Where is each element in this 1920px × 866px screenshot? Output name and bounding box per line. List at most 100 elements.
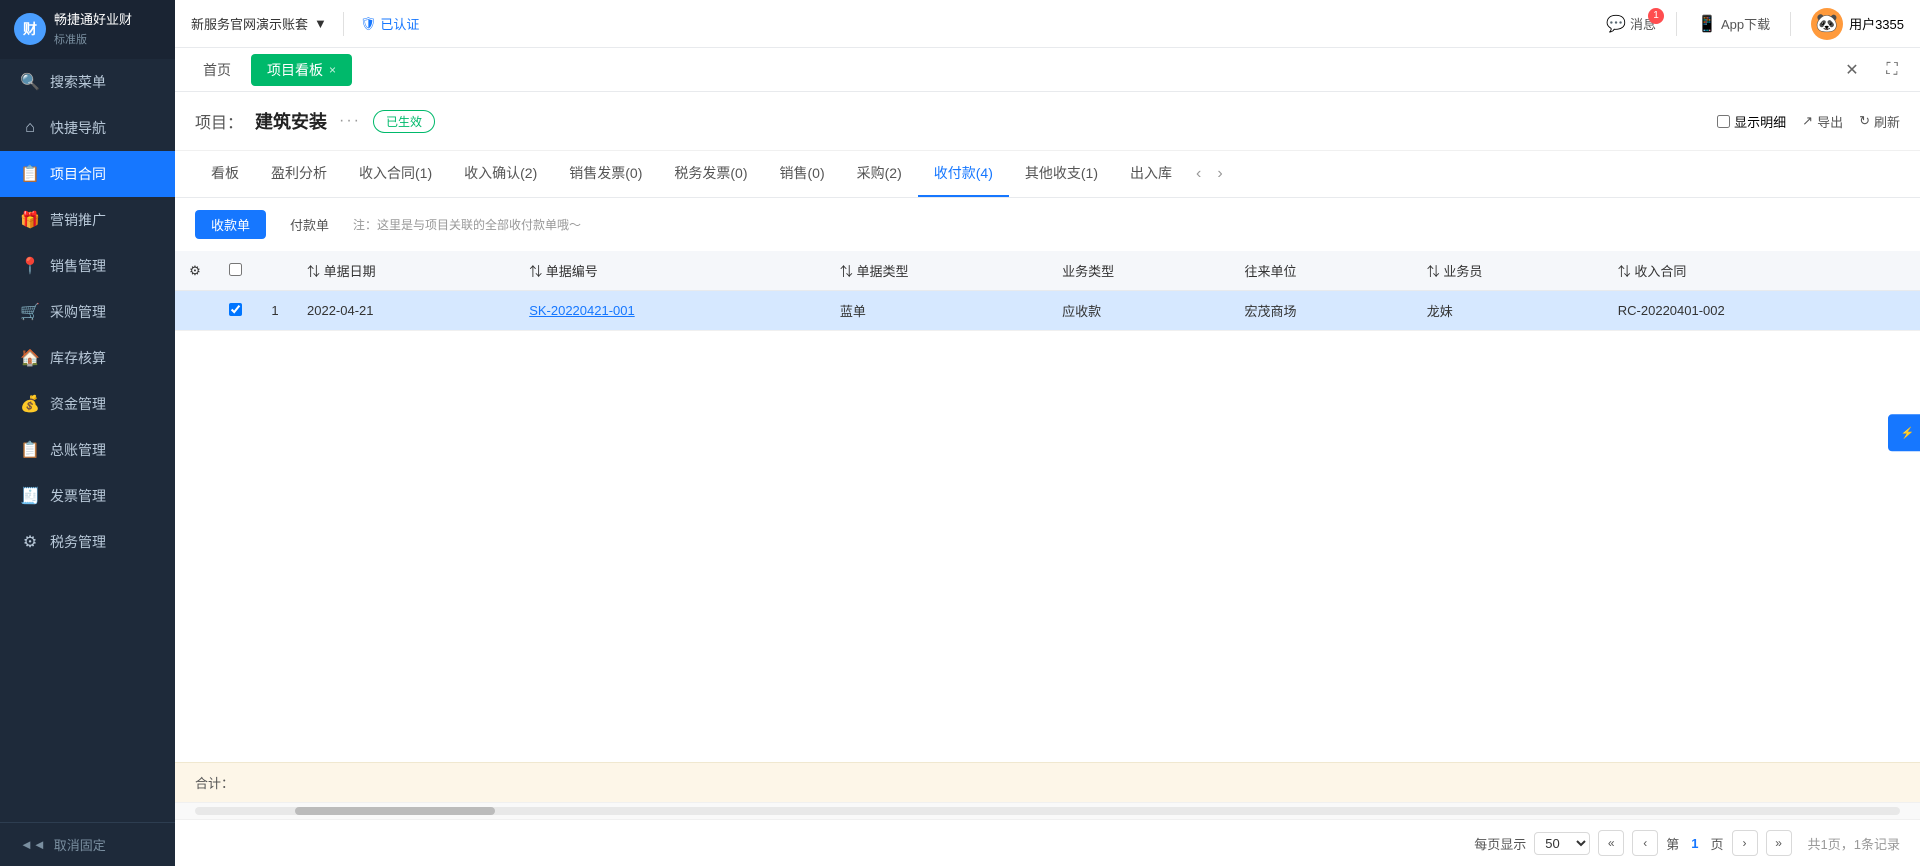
page-size-label: 每页显示 (1474, 834, 1526, 853)
subtab-inout_store[interactable]: 出入库 (1114, 151, 1188, 197)
sidebar-item-invoice[interactable]: 🧾 发票管理 (0, 473, 175, 519)
td-income-contract: RC-20220401-002 (1606, 291, 1920, 331)
subtab-sales[interactable]: 销售(0) (764, 151, 841, 197)
prev-page-button[interactable]: ‹ (1632, 830, 1658, 856)
project-label: 项目： (195, 109, 243, 133)
first-page-button[interactable]: « (1598, 830, 1624, 856)
subtab-kanban[interactable]: 看板 (195, 151, 255, 197)
th-salesman[interactable]: ⇅ 业务员 (1415, 251, 1606, 291)
cancel-pin-label: 取消固定 (54, 835, 106, 854)
sidebar-item-search[interactable]: 🔍 搜索菜单 (0, 59, 175, 105)
refresh-button[interactable]: ↻ 刷新 (1859, 112, 1900, 131)
sidebar-item-label-purchase: 采购管理 (50, 302, 106, 322)
sidebar-item-tax[interactable]: ⚙ 税务管理 (0, 519, 175, 565)
app-logo-icon: 财 (14, 13, 46, 45)
sidebar-item-marketing[interactable]: 🎁 营销推广 (0, 197, 175, 243)
th-date[interactable]: ⇅ 单据日期 (295, 251, 517, 291)
sec-tab-payment[interactable]: 付款单 (282, 210, 337, 239)
scrollbar-track[interactable] (195, 807, 1900, 815)
app-download-button[interactable]: 📱 App下载 (1697, 14, 1770, 34)
th-num (255, 251, 295, 291)
th-gear[interactable]: ⚙ (175, 251, 215, 291)
show-detail-checkbox[interactable]: 显示明细 (1717, 112, 1786, 131)
sidebar-item-label-sales: 销售管理 (50, 256, 106, 276)
project-actions: 显示明细 ↗ 导出 ↻ 刷新 (1717, 112, 1900, 131)
last-page-button[interactable]: » (1766, 830, 1792, 856)
subtab-tax_invoice[interactable]: 税务发票(0) (658, 151, 763, 197)
th-checkbox[interactable] (215, 251, 255, 291)
tab-project-kanban[interactable]: 项目看板 × (251, 54, 352, 86)
records-table: ⚙ ⇅ 单据日期 ⇅ 单据编号 ⇅ 单据类型 (175, 251, 1920, 331)
export-label: 导出 (1817, 112, 1843, 131)
right-quick-entry-button[interactable]: ⚡ (1888, 414, 1920, 451)
th-income-contract[interactable]: ⇅ 收入合同 (1606, 251, 1920, 291)
shield-icon: 🛡 (360, 16, 377, 32)
sidebar-item-quicknav[interactable]: ⌂ 快捷导航 (0, 105, 175, 151)
horizontal-scrollbar[interactable] (175, 802, 1920, 819)
subtab-income_confirm[interactable]: 收入确认(2) (448, 151, 553, 197)
subtab-receipt[interactable]: 收付款(4) (918, 151, 1009, 197)
app-version: 标准版 (54, 31, 132, 47)
message-button[interactable]: 💬 消息 1 (1606, 14, 1656, 34)
show-detail-input[interactable] (1717, 115, 1730, 128)
table-row[interactable]: 1 2022-04-21 SK-20220421-001 蓝单 应收款 宏茂商场… (175, 291, 1920, 331)
td-partner: 宏茂商场 (1232, 291, 1414, 331)
subtab-sales_invoice[interactable]: 销售发票(0) (553, 151, 658, 197)
subtab-purchase[interactable]: 采购(2) (841, 151, 918, 197)
sidebar-item-project[interactable]: 📋 项目合同 (0, 151, 175, 197)
quicknav-icon: ⌂ (20, 119, 40, 137)
sidebar-item-label-inventory: 库存核算 (50, 348, 106, 368)
th-biz-type: 业务类型 (1050, 251, 1232, 291)
sidebar-item-label-project: 项目合同 (50, 164, 106, 184)
maximize-button[interactable]: ⛶ (1876, 54, 1908, 86)
sidebar-item-inventory[interactable]: 🏠 库存核算 (0, 335, 175, 381)
content-area: 项目： 建筑安装 ··· 已生效 显示明细 ↗ 导出 ↻ 刷新 (175, 92, 1920, 866)
sec-tab-receipt[interactable]: 收款单 (195, 210, 266, 239)
purchase-icon: 🛒 (20, 302, 40, 322)
main-content: 新服务官网演示账套 ▼ 🛡 已认证 💬 消息 1 📱 App下载 🐼 用户335… (175, 0, 1920, 866)
select-all-checkbox[interactable] (229, 263, 242, 276)
td-num: 1 (255, 291, 295, 331)
user-name: 用户3355 (1849, 14, 1904, 33)
sidebar-item-purchase[interactable]: 🛒 采购管理 (0, 289, 175, 335)
phone-icon: 📱 (1697, 14, 1717, 34)
th-type[interactable]: ⇅ 单据类型 (828, 251, 1050, 291)
data-table: ⚙ ⇅ 单据日期 ⇅ 单据编号 ⇅ 单据类型 (175, 251, 1920, 762)
message-badge: 1 (1648, 8, 1664, 24)
topbar-divider-2 (1676, 12, 1677, 36)
tabbar-actions: ✕ ⛶ (1836, 54, 1908, 86)
page-size-select[interactable]: 50 100 200 (1534, 832, 1590, 855)
subtab-next-arrow[interactable]: › (1209, 151, 1230, 197)
td-checkbox[interactable] (215, 291, 255, 331)
project-more-icon[interactable]: ··· (339, 112, 361, 130)
inventory-icon: 🏠 (20, 348, 40, 368)
th-date-label: ⇅ 单据日期 (307, 264, 376, 279)
sidebar: 财 畅捷通好业财 标准版 🔍 搜索菜单 ⌂ 快捷导航 📋 项目合同 🎁 营销推广… (0, 0, 175, 866)
th-type-label: ⇅ 单据类型 (840, 264, 909, 279)
td-salesman: 龙妹 (1415, 291, 1606, 331)
sidebar-item-ledger[interactable]: 📋 总账管理 (0, 427, 175, 473)
subtab-prev-arrow[interactable]: ‹ (1188, 151, 1209, 197)
tab-close-icon[interactable]: × (329, 63, 336, 77)
subtab-profit[interactable]: 盈利分析 (255, 151, 343, 197)
export-button[interactable]: ↗ 导出 (1802, 112, 1843, 131)
subtab-income_contract[interactable]: 收入合同(1) (343, 151, 448, 197)
sidebar-item-sales[interactable]: 📍 销售管理 (0, 243, 175, 289)
sidebar-item-label-tax: 税务管理 (50, 532, 106, 552)
subtab-other_expense[interactable]: 其他收支(1) (1009, 151, 1114, 197)
next-page-button[interactable]: › (1732, 830, 1758, 856)
td-no[interactable]: SK-20220421-001 (517, 291, 828, 331)
row-checkbox[interactable] (229, 303, 242, 316)
sidebar-item-label-search: 搜索菜单 (50, 72, 106, 92)
cancel-pin-button[interactable]: ◄◄ 取消固定 (0, 822, 175, 866)
topbar: 新服务官网演示账套 ▼ 🛡 已认证 💬 消息 1 📱 App下载 🐼 用户335… (175, 0, 1920, 48)
page-label: 第 (1666, 834, 1679, 853)
close-window-button[interactable]: ✕ (1836, 54, 1868, 86)
tab-home[interactable]: 首页 (187, 54, 247, 86)
th-no[interactable]: ⇅ 单据编号 (517, 251, 828, 291)
user-menu[interactable]: 🐼 用户3355 (1811, 8, 1904, 40)
th-salesman-label: ⇅ 业务员 (1427, 264, 1483, 279)
sidebar-item-funds[interactable]: 💰 资金管理 (0, 381, 175, 427)
account-selector[interactable]: 新服务官网演示账套 ▼ (191, 14, 327, 33)
scrollbar-thumb[interactable] (295, 807, 495, 815)
